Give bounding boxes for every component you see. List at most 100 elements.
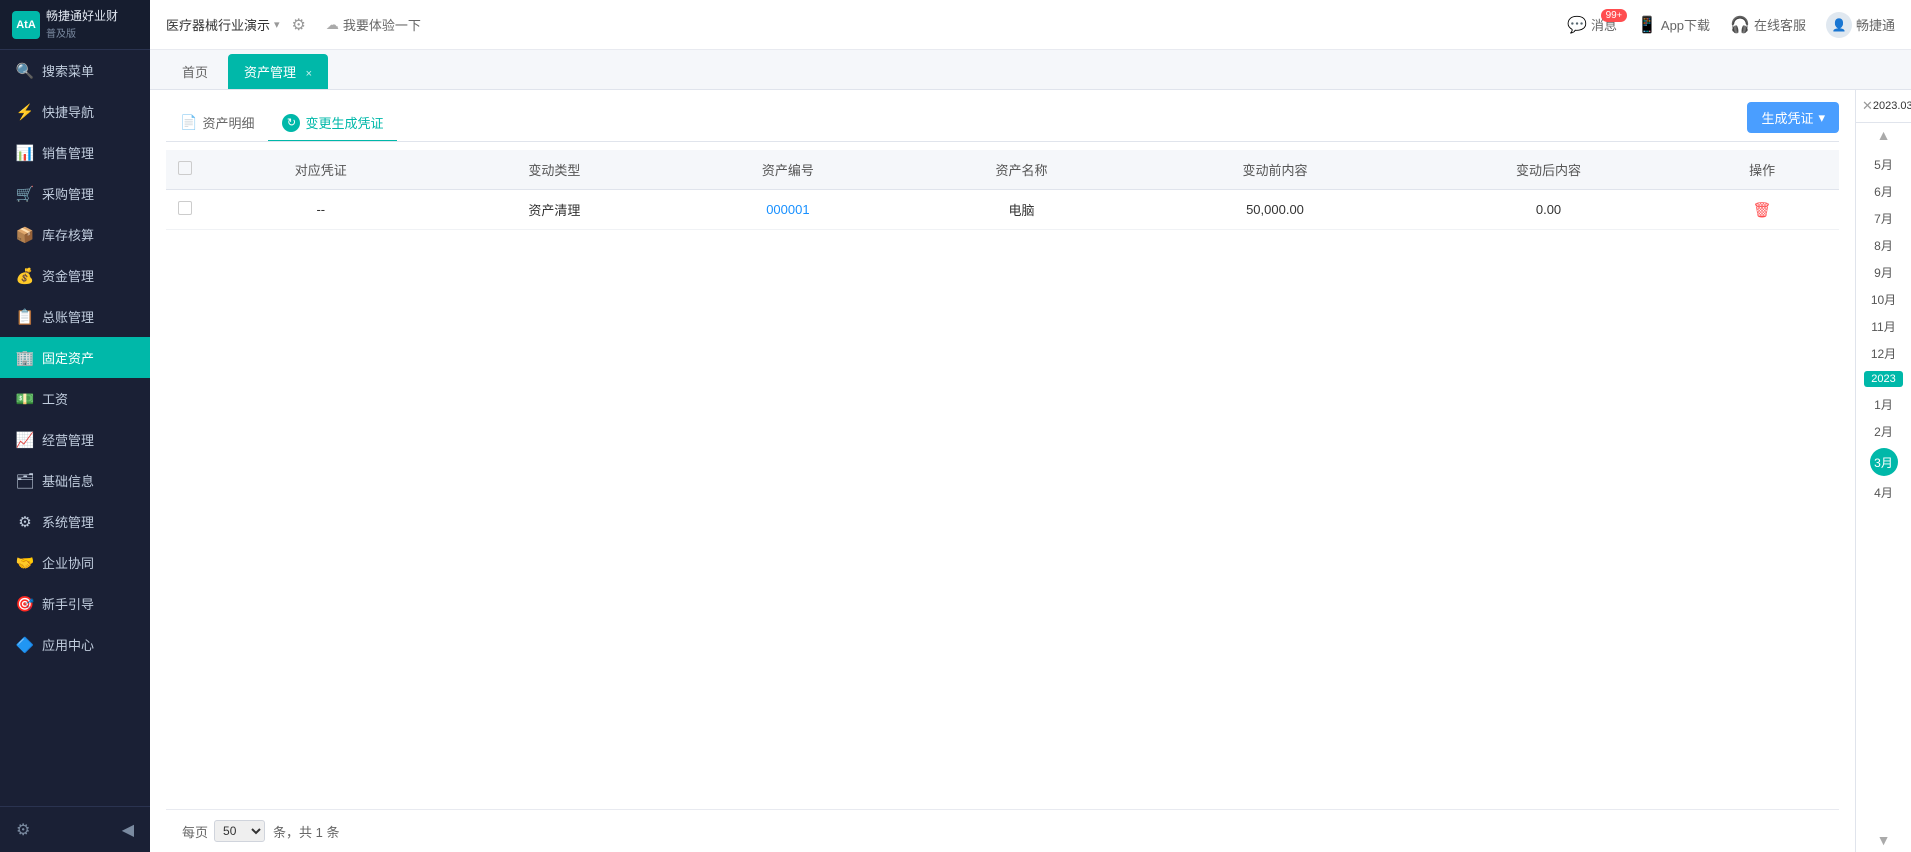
sidebar-item-system[interactable]: ⚙ 系统管理 [0,501,150,542]
timeline-month-1[interactable]: 6月 [1856,178,1911,205]
row-action-0[interactable]: 🗑 [1685,190,1839,230]
logo-text: 畅捷通好业财 [46,9,118,25]
tab-asset-management-label: 资产管理 [244,65,296,80]
timeline-month-7[interactable]: 12月 [1856,340,1911,367]
sales-icon: 📊 [16,144,34,162]
tab-asset-management[interactable]: 资产管理 × [228,54,328,89]
online-service-icon: 🎧 [1730,15,1750,35]
asset-table: 对应凭证 变动类型 资产编号 资产名称 变动前内容 变动后内容 操作 - [166,150,1839,230]
sidebar-label-newbie: 新手引导 [42,594,94,613]
per-page-label: 每页 [182,822,208,841]
timeline-header-year: 2023.03 [1873,100,1911,112]
timeline-year-2023[interactable]: 2023 [1864,371,1903,387]
generate-dropdown-icon: ▾ [1818,110,1825,126]
timeline-month-11[interactable]: 3月 [1870,448,1898,476]
sidebar-item-salary[interactable]: 💵 工资 [0,378,150,419]
sidebar-label-salary: 工资 [42,389,68,408]
timeline-month-3[interactable]: 8月 [1856,232,1911,259]
sidebar-item-enterprise[interactable]: 🤝企业协同 [0,542,150,583]
timeline-month-9[interactable]: 1月 [1856,391,1911,418]
sidebar-item-inventory[interactable]: 📦库存核算 [0,214,150,255]
sidebar-label-apps: 应用中心 [42,635,94,654]
message-icon: 💬 [1567,15,1587,35]
sidebar-item-newbie[interactable]: 🎯 新手引导 [0,583,150,624]
timeline-scroll-up[interactable]: ▲ [1856,123,1911,147]
sidebar-item-search[interactable]: 🔍搜索菜单 [0,50,150,91]
delete-icon-0[interactable]: 🗑 [1753,202,1772,219]
sidebar-item-funds[interactable]: 💰资金管理 [0,255,150,296]
generate-voucher-label: 生成凭证 [1761,108,1813,127]
purchase-icon: 🛒 [16,185,34,203]
timeline-month-0[interactable]: 5月 [1856,151,1911,178]
sidebar-item-purchase[interactable]: 🛒采购管理 [0,173,150,214]
logo-sub: 普及版 [46,25,118,40]
content-area: 📄 资产明细 ↻ 变更生成凭证 生成凭证 ▾ [150,90,1911,852]
th-checkbox[interactable] [166,150,204,190]
sidebar-item-basic[interactable]: 🗂 基础信息 [0,460,150,501]
tab-home[interactable]: 首页 [166,54,224,89]
search-icon: 🔍 [16,62,34,80]
settings-icon[interactable]: ⚙ [16,820,30,840]
sidebar-item-ledger[interactable]: 📋总账管理 [0,296,150,337]
th-before-change: 变动前内容 [1138,150,1412,190]
online-service-button[interactable]: 🎧 在线客服 [1730,15,1806,35]
logo-icon: AtA [12,11,40,39]
sidebar-item-fixed[interactable]: 🏢固定资产 [0,337,150,378]
sub-tabs-row: 📄 资产明细 ↻ 变更生成凭证 生成凭证 ▾ [166,102,1839,141]
row-checkbox-0[interactable] [178,201,192,215]
collapse-icon[interactable]: ◀ [122,820,134,840]
app-download-label: App下载 [1661,15,1710,34]
funds-icon: 💰 [16,267,34,285]
sidebar-label-operation: 经营管理 [42,430,94,449]
gear-icon[interactable]: ⚙ [292,15,306,35]
experience-icon: ☁ [326,17,339,33]
sidebar-label-fixed: 固定资产 [42,348,94,367]
sidebar-bottom: ⚙ ◀ [0,806,150,852]
total-count: 条，共 1 条 [273,822,339,841]
timeline-month-5[interactable]: 10月 [1856,286,1911,313]
sidebar-label-inventory: 库存核算 [42,225,94,244]
timeline-month-4[interactable]: 9月 [1856,259,1911,286]
sub-tab-asset-detail[interactable]: 📄 资产明细 [166,105,268,142]
basic-icon: 🗂 [16,472,34,490]
timeline-close-icon[interactable]: ✕ [1862,98,1873,114]
generate-voucher-button[interactable]: 生成凭证 ▾ [1747,102,1839,133]
th-action: 操作 [1685,150,1839,190]
salary-icon: 💵 [16,390,34,408]
sidebar-item-apps[interactable]: 🔷 应用中心 [0,624,150,665]
app-download-button[interactable]: 📱 App下载 [1637,15,1710,35]
sub-tab-change-voucher[interactable]: ↻ 变更生成凭证 [268,105,397,142]
th-asset-name: 资产名称 [905,150,1139,190]
system-icon: ⚙ [16,513,34,531]
row-checkbox-cell[interactable] [166,190,204,230]
timeline-month-12[interactable]: 4月 [1856,479,1911,506]
username-label: 畅捷通 [1856,15,1895,34]
timeline-month-10[interactable]: 2月 [1856,418,1911,445]
company-selector[interactable]: 医疗器械行业演示 ▾ [166,15,280,34]
th-after-change: 变动后内容 [1412,150,1686,190]
sidebar-label-sales: 销售管理 [42,143,94,162]
newbie-icon: 🎯 [16,595,34,613]
timeline-list: 5月6月7月8月9月10月11月12月 2023 1月2月 3月 4月 [1856,147,1911,828]
ledger-icon: 📋 [16,308,34,326]
sidebar-label-basic: 基础信息 [42,471,94,490]
sidebar-item-operation[interactable]: 📈经营管理 [0,419,150,460]
user-button[interactable]: 👤 畅捷通 [1826,12,1895,38]
timeline-month-6[interactable]: 11月 [1856,313,1911,340]
experience-button[interactable]: ☁ 我要体验一下 [326,15,421,34]
timeline-scroll-down[interactable]: ▼ [1856,828,1911,852]
sub-tabs: 📄 资产明细 ↻ 变更生成凭证 [166,105,1747,141]
tab-close-icon[interactable]: × [306,68,312,80]
sub-tab-change-voucher-label: 变更生成凭证 [305,113,383,132]
messages-button[interactable]: 💬 消息 99+ [1567,15,1617,35]
sidebar-label-system: 系统管理 [42,512,94,531]
timeline-month-2[interactable]: 7月 [1856,205,1911,232]
select-all-checkbox[interactable] [178,161,192,175]
tab-home-label: 首页 [182,65,208,80]
chevron-down-icon: ▾ [274,18,280,31]
per-page-select[interactable]: 50 10 20 100 [214,820,265,842]
sidebar-item-sales[interactable]: 📊 销售管理 [0,132,150,173]
table-footer: 每页 50 10 20 100 条，共 1 条 [166,809,1839,852]
apps-icon: 🔷 [16,636,34,654]
sidebar-item-quicknav[interactable]: ⚡快捷导航 [0,91,150,132]
